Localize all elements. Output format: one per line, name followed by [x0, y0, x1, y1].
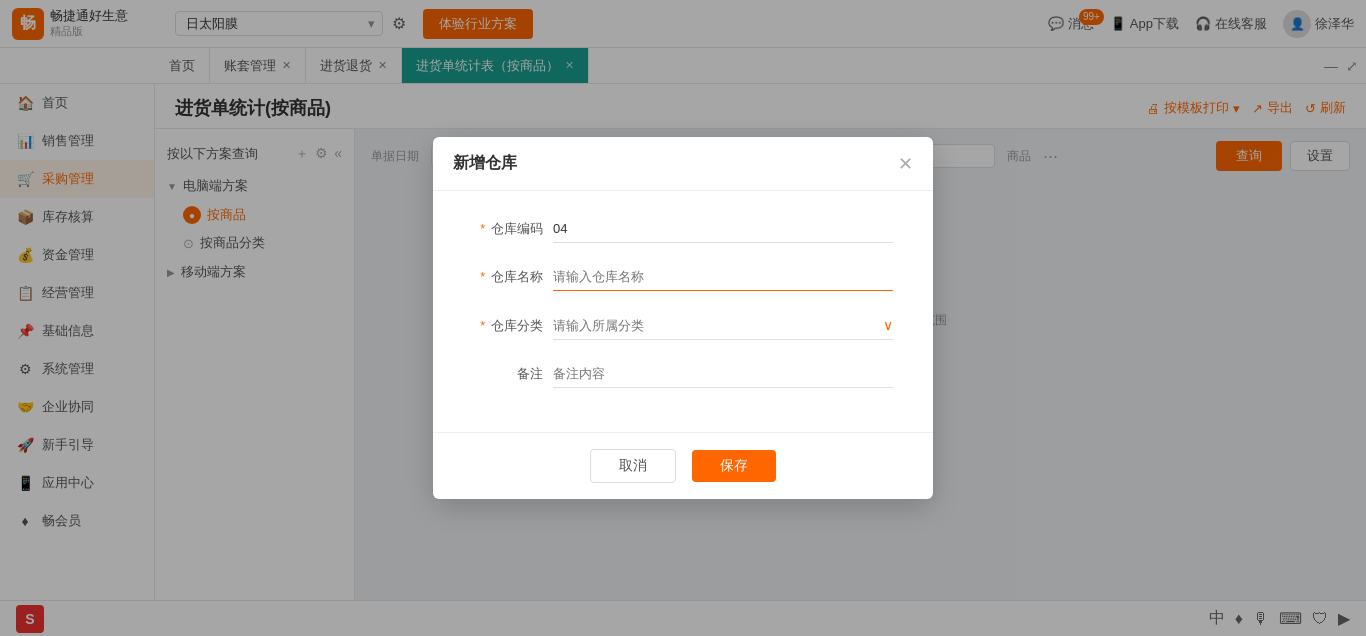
- warehouse-code-label: * 仓库编码: [473, 220, 553, 238]
- warehouse-name-wrap: [553, 263, 893, 291]
- save-button[interactable]: 保存: [692, 450, 776, 482]
- warehouse-name-row: * 仓库名称: [473, 263, 893, 291]
- code-required-star: *: [480, 221, 485, 236]
- warehouse-category-label: * 仓库分类: [473, 317, 553, 335]
- modal-overlay[interactable]: 新增仓库 ✕ * 仓库编码 * 仓库名称: [0, 0, 1366, 636]
- warehouse-category-wrap[interactable]: ∨: [553, 311, 893, 340]
- warehouse-note-wrap: [553, 360, 893, 388]
- warehouse-note-label: 备注: [473, 365, 553, 383]
- modal-body: * 仓库编码 * 仓库名称 *: [433, 191, 933, 432]
- warehouse-category-input[interactable]: [553, 318, 883, 333]
- cancel-button[interactable]: 取消: [590, 449, 676, 483]
- name-required-star: *: [480, 269, 485, 284]
- warehouse-category-row: * 仓库分类 ∨: [473, 311, 893, 340]
- modal-footer: 取消 保存: [433, 432, 933, 499]
- warehouse-code-wrap: [553, 215, 893, 243]
- category-dropdown-icon: ∨: [883, 317, 893, 333]
- modal-close-button[interactable]: ✕: [898, 155, 913, 173]
- warehouse-name-label: * 仓库名称: [473, 268, 553, 286]
- modal-header: 新增仓库 ✕: [433, 137, 933, 191]
- warehouse-code-row: * 仓库编码: [473, 215, 893, 243]
- add-warehouse-modal: 新增仓库 ✕ * 仓库编码 * 仓库名称: [433, 137, 933, 499]
- warehouse-code-input[interactable]: [553, 215, 893, 243]
- warehouse-note-row: 备注: [473, 360, 893, 388]
- warehouse-name-input[interactable]: [553, 263, 893, 291]
- modal-title: 新增仓库: [453, 153, 517, 174]
- category-required-star: *: [480, 318, 485, 333]
- warehouse-note-input[interactable]: [553, 360, 893, 388]
